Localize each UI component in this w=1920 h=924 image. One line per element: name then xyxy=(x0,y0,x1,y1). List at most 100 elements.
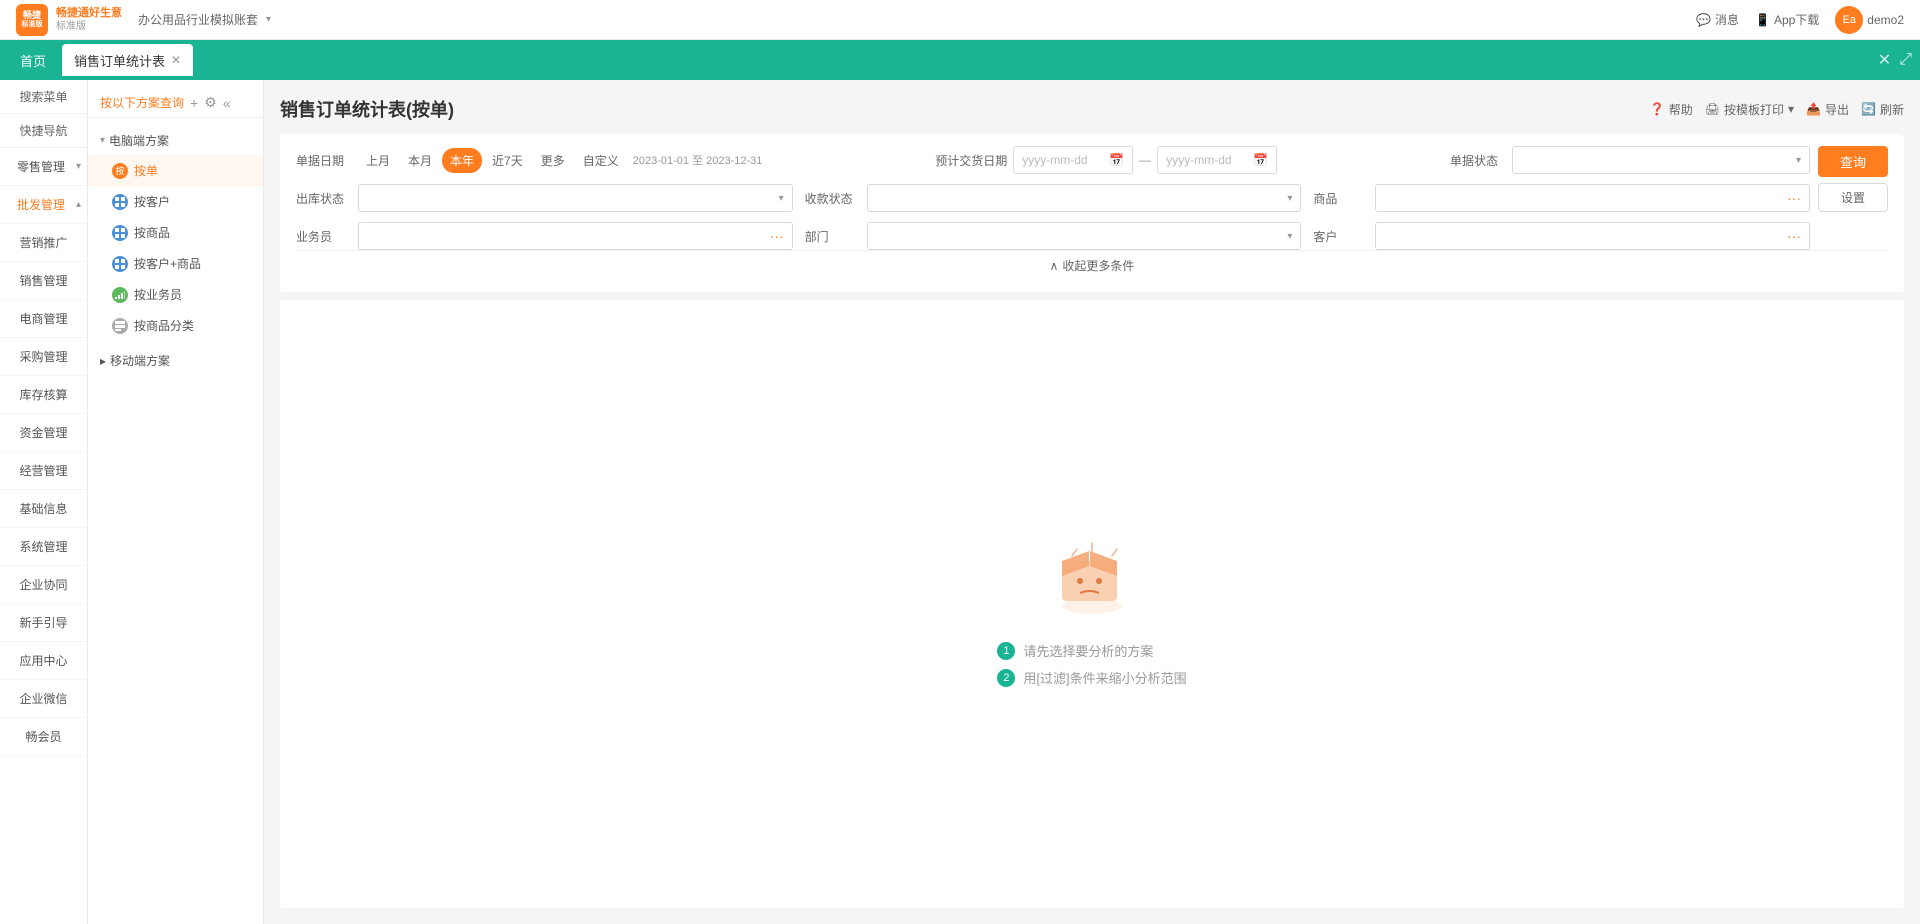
user-area[interactable]: Ea demo2 xyxy=(1835,6,1904,34)
sidebar-item-wholesale[interactable]: 批发管理 ▴ xyxy=(0,186,87,224)
expected-date-start[interactable]: yyyy-mm-dd 📅 xyxy=(1013,146,1133,174)
export-button[interactable]: 📤 导出 xyxy=(1806,101,1849,118)
sidebar-item-operations[interactable]: 经营管理 xyxy=(0,452,87,490)
sidebar-item-inventory[interactable]: 库存核算 xyxy=(0,376,87,414)
scheme-item-by-product[interactable]: 按商品 xyxy=(88,217,263,248)
help-label: 帮助 xyxy=(1669,101,1693,118)
sidebar-item-system[interactable]: 系统管理 xyxy=(0,528,87,566)
query-section: 查询 设置 xyxy=(1810,146,1888,250)
page-title: 销售订单统计表(按单) xyxy=(280,96,454,122)
scheme-item-by-order[interactable]: 按 按单 xyxy=(88,155,263,186)
department-select[interactable]: ▾ xyxy=(867,222,1302,250)
retail-arrow-icon: ▾ xyxy=(76,161,81,172)
sidebar-item-apps[interactable]: 应用中心 xyxy=(0,642,87,680)
expected-date-label: 预计交货日期 xyxy=(935,152,1007,169)
sidebar-item-sales[interactable]: 销售管理 xyxy=(0,262,87,300)
status-arrow-icon: ▾ xyxy=(1796,155,1801,166)
customer-input[interactable]: ··· xyxy=(1375,222,1810,250)
customer-dots-icon[interactable]: ··· xyxy=(1787,228,1801,244)
this-month-btn[interactable]: 本月 xyxy=(400,148,440,173)
dropdown-arrow-icon[interactable]: ▾ xyxy=(266,14,271,25)
this-year-btn[interactable]: 本年 xyxy=(442,148,482,173)
message-button[interactable]: 💬 消息 xyxy=(1696,11,1739,28)
sidebar-item-collab[interactable]: 企业协同 xyxy=(0,566,87,604)
sidebar-item-purchase[interactable]: 采购管理 xyxy=(0,338,87,376)
expected-date-end[interactable]: yyyy-mm-dd 📅 xyxy=(1157,146,1277,174)
tab-home[interactable]: 首页 xyxy=(8,44,58,76)
status-select[interactable]: ▾ xyxy=(1512,146,1810,174)
product-dots-icon[interactable]: ··· xyxy=(1787,190,1801,206)
by-customer-product-icon xyxy=(112,256,128,272)
scheme-item-by-customer[interactable]: 按客户 xyxy=(88,186,263,217)
outbound-label: 出库状态 xyxy=(296,190,352,207)
refresh-button[interactable]: 🔄 刷新 xyxy=(1861,101,1904,118)
query-button[interactable]: 查询 xyxy=(1818,146,1888,177)
refresh-icon: 🔄 xyxy=(1861,102,1876,116)
salesperson-dots-icon[interactable]: ··· xyxy=(770,228,784,244)
filter-main: 单据日期 上月 本月 本年 近7天 更多 自定义 2023-01-01 至 20… xyxy=(296,146,1888,250)
export-icon: 📤 xyxy=(1806,102,1821,116)
sidebar-item-ecom[interactable]: 电商管理 xyxy=(0,300,87,338)
product-label: 商品 xyxy=(1313,190,1369,207)
collapse-panel-icon[interactable]: « xyxy=(223,95,231,111)
main-layout: 搜索菜单 快捷导航 零售管理 ▾ 批发管理 ▴ 营销推广 销售管理 电商管理 采… xyxy=(0,80,1920,924)
sidebar-item-retail[interactable]: 零售管理 ▾ xyxy=(0,148,87,186)
outbound-arrow-icon: ▾ xyxy=(779,193,784,204)
add-scheme-icon[interactable]: + xyxy=(190,95,198,111)
page-actions: ❓ 帮助 🖨 按模板打印 ▾ 📤 导出 🔄 刷新 xyxy=(1650,101,1904,118)
payment-select[interactable]: ▾ xyxy=(867,184,1302,212)
sidebar-item-newbie[interactable]: 新手引导 xyxy=(0,604,87,642)
tab-close-window-icon[interactable]: ✕ xyxy=(1878,50,1891,70)
tab-restore-icon[interactable]: ⤢ xyxy=(1899,51,1912,69)
tab-bar-actions: ✕ ⤢ xyxy=(1878,50,1912,70)
custom-btn[interactable]: 自定义 xyxy=(575,148,627,173)
scheme-item-by-category[interactable]: 按商品分类 xyxy=(88,310,263,341)
logo-text: 畅捷 xyxy=(22,11,43,21)
last-month-btn[interactable]: 上月 xyxy=(358,148,398,173)
sidebar-nav[interactable]: 快捷导航 xyxy=(0,114,87,148)
tab-close-icon[interactable]: ✕ xyxy=(171,53,181,67)
tab-sales-stats[interactable]: 销售订单统计表 ✕ xyxy=(62,44,193,76)
wholesale-arrow-icon: ▴ xyxy=(76,199,81,210)
print-dropdown-icon: ▾ xyxy=(1788,102,1794,116)
collapse-bar[interactable]: ∧ 收起更多条件 xyxy=(296,250,1888,280)
customer-label: 客户 xyxy=(1313,228,1369,245)
app-download-button[interactable]: 📱 App下载 xyxy=(1755,11,1819,28)
template-print-button[interactable]: 🖨 按模板打印 ▾ xyxy=(1705,101,1794,118)
mobile-group-title[interactable]: ▸ 移动端方案 xyxy=(88,345,263,376)
sidebar-item-member[interactable]: 畅会员 xyxy=(0,718,87,756)
by-customer-icon xyxy=(112,194,128,210)
empty-tip-1: 1 请先选择要分析的方案 xyxy=(997,641,1186,660)
scheme-item-by-customer-product[interactable]: 按客户+商品 xyxy=(88,248,263,279)
by-salesperson-icon xyxy=(112,287,128,303)
filter-row-3: 业务员 ··· 部门 ▾ xyxy=(296,222,1810,250)
username: demo2 xyxy=(1867,13,1904,27)
more-btn[interactable]: 更多 xyxy=(533,148,573,173)
help-button[interactable]: ❓ 帮助 xyxy=(1650,101,1693,118)
scheme-item-by-salesperson[interactable]: 按业务员 xyxy=(88,279,263,310)
last-7-days-btn[interactable]: 近7天 xyxy=(484,148,531,173)
pc-group-title[interactable]: ▾ 电脑端方案 xyxy=(88,126,263,155)
sidebar-item-marketing[interactable]: 营销推广 xyxy=(0,224,87,262)
by-customer-label: 按客户 xyxy=(134,193,170,210)
expected-date-start-placeholder: yyyy-mm-dd xyxy=(1022,153,1087,167)
sidebar-item-basic[interactable]: 基础信息 xyxy=(0,490,87,528)
salesperson-input[interactable]: ··· xyxy=(358,222,793,250)
outbound-select[interactable]: ▾ xyxy=(358,184,793,212)
dropdown-title[interactable]: 办公用品行业模拟账套 xyxy=(138,11,258,28)
settings-scheme-icon[interactable]: ⚙ xyxy=(204,94,217,111)
product-input[interactable]: ··· xyxy=(1375,184,1810,212)
refresh-label: 刷新 xyxy=(1880,101,1904,118)
sidebar-search[interactable]: 搜索菜单 xyxy=(0,80,87,114)
sidebar-item-wechat[interactable]: 企业微信 xyxy=(0,680,87,718)
pc-group-arrow-icon: ▾ xyxy=(100,135,105,146)
mobile-group-label: 移动端方案 xyxy=(110,352,170,369)
help-icon: ❓ xyxy=(1650,102,1665,116)
avatar: Ea xyxy=(1835,6,1863,34)
sidebar-item-finance[interactable]: 资金管理 xyxy=(0,414,87,452)
by-salesperson-label: 按业务员 xyxy=(134,286,182,303)
calendar-end-icon: 📅 xyxy=(1253,153,1268,167)
settings-button[interactable]: 设置 xyxy=(1818,183,1888,212)
department-arrow-icon: ▾ xyxy=(1287,231,1292,242)
left-panel: 按以下方案查询 + ⚙ « ▾ 电脑端方案 按 按单 按客户 xyxy=(88,80,264,924)
